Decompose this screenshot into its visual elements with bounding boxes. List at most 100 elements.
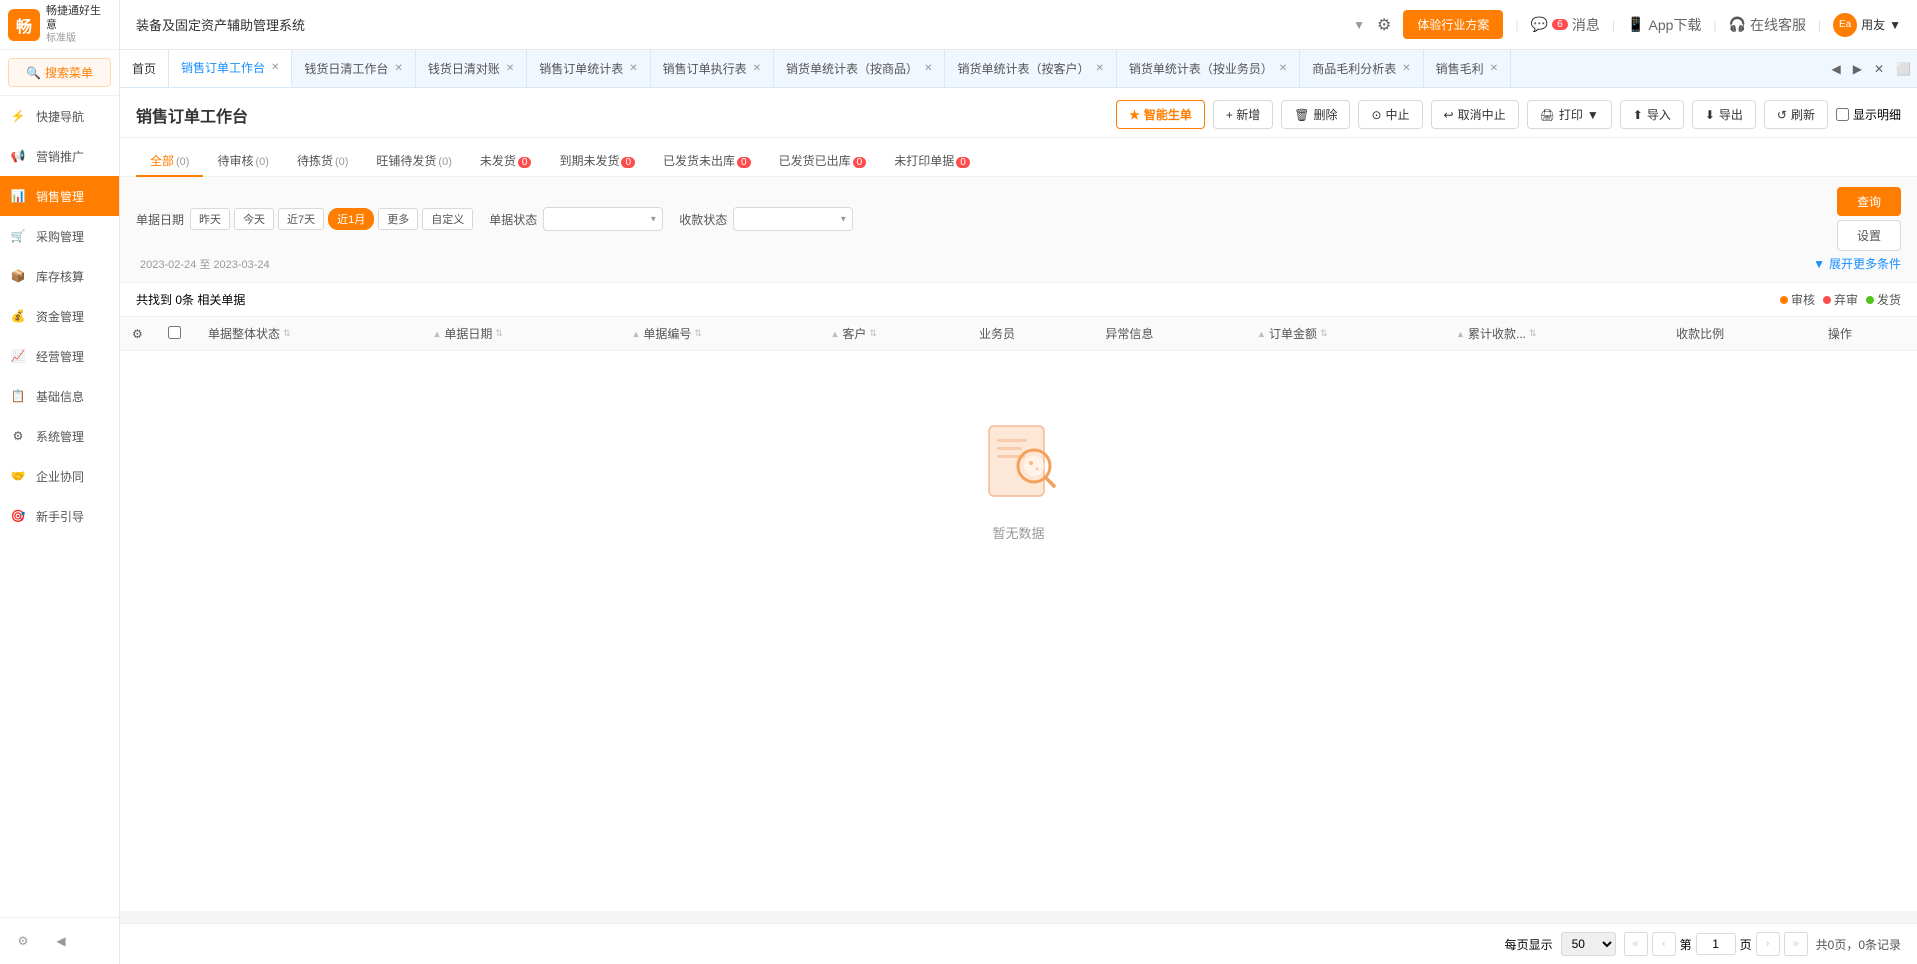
- tab-close-cash-reconcile[interactable]: ✕: [506, 63, 514, 74]
- sidebar-item-operation[interactable]: 📈 经营管理: [0, 336, 119, 376]
- tab-cash-reconcile[interactable]: 钱货日清对账 ✕: [416, 50, 527, 87]
- dropdown-arrow-icon[interactable]: ▼: [1353, 18, 1365, 32]
- sub-tab-wangpu-ship[interactable]: 旺铺待发货(0): [362, 146, 465, 177]
- tab-home[interactable]: 首页: [120, 50, 169, 87]
- sub-tab-not-printed[interactable]: 未打印单据0: [880, 146, 984, 177]
- show-detail-checkbox-label[interactable]: 显示明细: [1836, 106, 1901, 123]
- tab-sales-stats-staff[interactable]: 销货单统计表（按业务员） ✕: [1117, 50, 1300, 87]
- column-check[interactable]: [156, 317, 196, 351]
- tab-close-product-margin[interactable]: ✕: [1402, 63, 1410, 74]
- settings-icon[interactable]: ⚙: [1377, 15, 1391, 35]
- tab-product-margin[interactable]: 商品毛利分析表 ✕: [1300, 50, 1423, 87]
- tab-maximize-button[interactable]: ⬜: [1890, 62, 1917, 76]
- filter-month-button[interactable]: 近1月: [328, 208, 374, 230]
- filter-week-button[interactable]: 近7天: [278, 208, 324, 230]
- sub-tab-shipped-not-out[interactable]: 已发货未出库0: [649, 146, 765, 177]
- tab-sales-margin[interactable]: 销售毛利 ✕: [1424, 50, 1511, 87]
- industry-solution-button[interactable]: 体验行业方案: [1403, 10, 1503, 39]
- filter-more-button[interactable]: 更多: [378, 208, 418, 230]
- column-number[interactable]: ▲ 单据编号 ⇅: [619, 317, 818, 351]
- sub-tab-not-shipped[interactable]: 未发货0: [466, 146, 546, 177]
- print-button[interactable]: 🖨 打印 ▼: [1527, 100, 1612, 129]
- message-icon-button[interactable]: 💬 6 消息: [1530, 15, 1599, 35]
- column-customer[interactable]: ▲ 客户 ⇅: [818, 317, 966, 351]
- online-service-button[interactable]: 🎧 在线客服: [1729, 15, 1806, 35]
- tab-close-sales-stats-product[interactable]: ✕: [924, 63, 932, 74]
- column-abnormal[interactable]: 异常信息: [1093, 317, 1245, 351]
- sidebar-item-guide[interactable]: 🎯 新手引导: [0, 496, 119, 536]
- sub-tab-pending-pickup[interactable]: 待拣货(0): [283, 146, 362, 177]
- sidebar-item-basic-info[interactable]: 📋 基础信息: [0, 376, 119, 416]
- sidebar-item-finance[interactable]: 💰 资金管理: [0, 296, 119, 336]
- column-received[interactable]: ▲ 累计收款... ⇅: [1444, 317, 1664, 351]
- column-amount[interactable]: ▲ 订单金额 ⇅: [1245, 317, 1444, 351]
- page-first-button[interactable]: «: [1624, 932, 1648, 956]
- tab-scroll-right-button[interactable]: ▶: [1847, 62, 1868, 76]
- filter-yesterday-button[interactable]: 昨天: [190, 208, 230, 230]
- search-menu-button[interactable]: 🔍 搜索菜单: [8, 58, 111, 87]
- column-ratio[interactable]: 收款比例: [1664, 317, 1816, 351]
- expand-filter-button[interactable]: ▼ 展开更多条件: [1813, 255, 1901, 272]
- tab-close-all-button[interactable]: ✕: [1868, 62, 1890, 76]
- review-action-button[interactable]: 审核: [1780, 291, 1815, 308]
- page-prev-button[interactable]: ‹: [1652, 932, 1676, 956]
- tab-close-sales-order-exec[interactable]: ✕: [753, 63, 761, 74]
- tab-close-sales-workbench[interactable]: ✕: [271, 62, 279, 73]
- page-last-button[interactable]: »: [1784, 932, 1808, 956]
- tab-close-sales-order-stats[interactable]: ✕: [629, 63, 637, 74]
- tab-close-sales-margin[interactable]: ✕: [1490, 63, 1498, 74]
- tab-close-cash-daily[interactable]: ✕: [394, 63, 402, 74]
- tab-close-sales-stats-staff[interactable]: ✕: [1279, 63, 1287, 74]
- cancel-stop-button[interactable]: ↩ 取消中止: [1431, 100, 1519, 129]
- user-menu-button[interactable]: Ea 用友 ▼: [1833, 13, 1901, 37]
- settings-bottom-button[interactable]: ⚙: [8, 926, 38, 956]
- payment-select[interactable]: [733, 207, 853, 231]
- filter-today-button[interactable]: 今天: [234, 208, 274, 230]
- sidebar-item-sales[interactable]: 📊 销售管理: [0, 176, 119, 216]
- sidebar-item-purchase[interactable]: 🛒 采购管理: [0, 216, 119, 256]
- smart-generate-button[interactable]: ★ 智能生单: [1116, 100, 1205, 129]
- sub-tab-pending-review[interactable]: 待审核(0): [203, 146, 282, 177]
- horizontal-scrollbar[interactable]: [120, 911, 1917, 923]
- stop-button[interactable]: ⊙ 中止: [1358, 100, 1422, 129]
- tab-sales-order-exec[interactable]: 销售订单执行表 ✕: [651, 50, 774, 87]
- tab-scroll-left-button[interactable]: ◀: [1826, 62, 1847, 76]
- sidebar-item-enterprise[interactable]: 🤝 企业协同: [0, 456, 119, 496]
- select-all-checkbox[interactable]: [168, 326, 181, 339]
- tab-sales-stats-customer[interactable]: 销货单统计表（按客户） ✕: [945, 50, 1116, 87]
- per-page-select[interactable]: 50 100 200: [1561, 932, 1616, 956]
- sidebar-item-system[interactable]: ⚙ 系统管理: [0, 416, 119, 456]
- sub-tab-overdue-ship[interactable]: 到期未发货0: [545, 146, 649, 177]
- sidebar-item-marketing[interactable]: 📢 营销推广: [0, 136, 119, 176]
- filter-custom-button[interactable]: 自定义: [422, 208, 473, 230]
- column-gear[interactable]: ⚙: [120, 317, 156, 351]
- tab-sales-workbench[interactable]: 销售订单工作台 ✕: [169, 50, 292, 87]
- sidebar-item-quick-nav[interactable]: ⚡ 快捷导航: [0, 96, 119, 136]
- sub-tab-all[interactable]: 全部(0): [136, 146, 203, 177]
- collapse-sidebar-button[interactable]: ◀: [46, 926, 76, 956]
- page-number-input[interactable]: [1696, 933, 1736, 955]
- tab-sales-stats-product[interactable]: 销货单统计表（按商品） ✕: [774, 50, 945, 87]
- column-operation[interactable]: 操作: [1816, 317, 1917, 351]
- sidebar-item-inventory[interactable]: 📦 库存核算: [0, 256, 119, 296]
- filter-setting-button[interactable]: 设置: [1837, 220, 1901, 251]
- column-date[interactable]: ▲ 单据日期 ⇅: [420, 317, 619, 351]
- tab-close-sales-stats-customer[interactable]: ✕: [1095, 63, 1103, 74]
- ship-action-button[interactable]: 发货: [1866, 291, 1901, 308]
- import-button[interactable]: ⬆ 导入: [1620, 100, 1684, 129]
- page-next-button[interactable]: ›: [1756, 932, 1780, 956]
- export-button[interactable]: ⬇ 导出: [1692, 100, 1756, 129]
- column-staff[interactable]: 业务员: [967, 317, 1093, 351]
- sub-tab-shipped-out[interactable]: 已发货已出库0: [765, 146, 881, 177]
- query-button[interactable]: 查询: [1837, 187, 1901, 216]
- new-button[interactable]: + 新增: [1213, 100, 1273, 129]
- revoke-action-button[interactable]: 弃审: [1823, 291, 1858, 308]
- show-detail-checkbox[interactable]: [1836, 108, 1849, 121]
- tab-cash-daily[interactable]: 钱货日清工作台 ✕: [292, 50, 415, 87]
- refresh-button[interactable]: ↺ 刷新: [1764, 100, 1828, 129]
- column-status[interactable]: 单据整体状态 ⇅: [196, 317, 420, 351]
- tab-sales-order-stats[interactable]: 销售订单统计表 ✕: [527, 50, 650, 87]
- status-select[interactable]: [543, 207, 663, 231]
- delete-button[interactable]: 🗑 删除: [1281, 100, 1350, 129]
- app-download-button[interactable]: 📱 App下载: [1627, 15, 1701, 35]
